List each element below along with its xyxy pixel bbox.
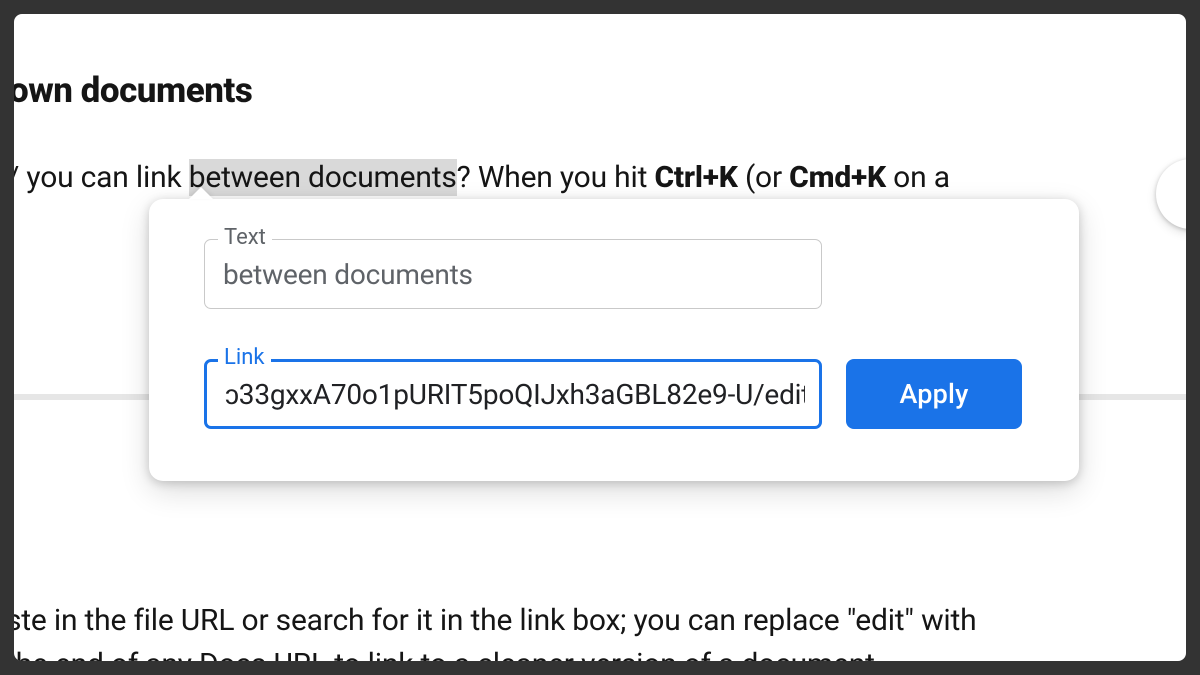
paragraph-line: ste in the file URL or search for it in … [14,599,976,643]
insert-link-popup: Text Link Apply [149,199,1079,481]
link-url-input[interactable] [204,359,822,429]
apply-button[interactable]: Apply [846,359,1022,429]
paragraph-line: the end of any Docs URL to link to a cle… [14,643,976,662]
text-fragment: on a [886,160,950,195]
document-content: own documents / you can link between doc… [14,14,1186,661]
field-label: Text [218,225,272,250]
field-label: Link [218,345,271,370]
floating-button[interactable] [1156,159,1186,229]
paragraph-line: / you can link between documents? When y… [14,156,950,200]
keyboard-shortcut: Ctrl+K [654,160,737,195]
section-heading: own documents [14,70,252,111]
popup-anchor-arrow [189,187,213,199]
selected-text[interactable]: between documents [189,159,457,196]
text-fragment: ? When you hit [457,160,655,195]
paragraph-block: ste in the file URL or search for it in … [14,599,976,661]
text-fragment: (or [738,160,789,195]
link-text-input[interactable] [204,239,822,309]
link-url-field: Link [204,359,822,429]
link-text-field: Text [204,239,822,309]
keyboard-shortcut: Cmd+K [789,160,886,195]
text-fragment: / you can link [14,160,189,195]
